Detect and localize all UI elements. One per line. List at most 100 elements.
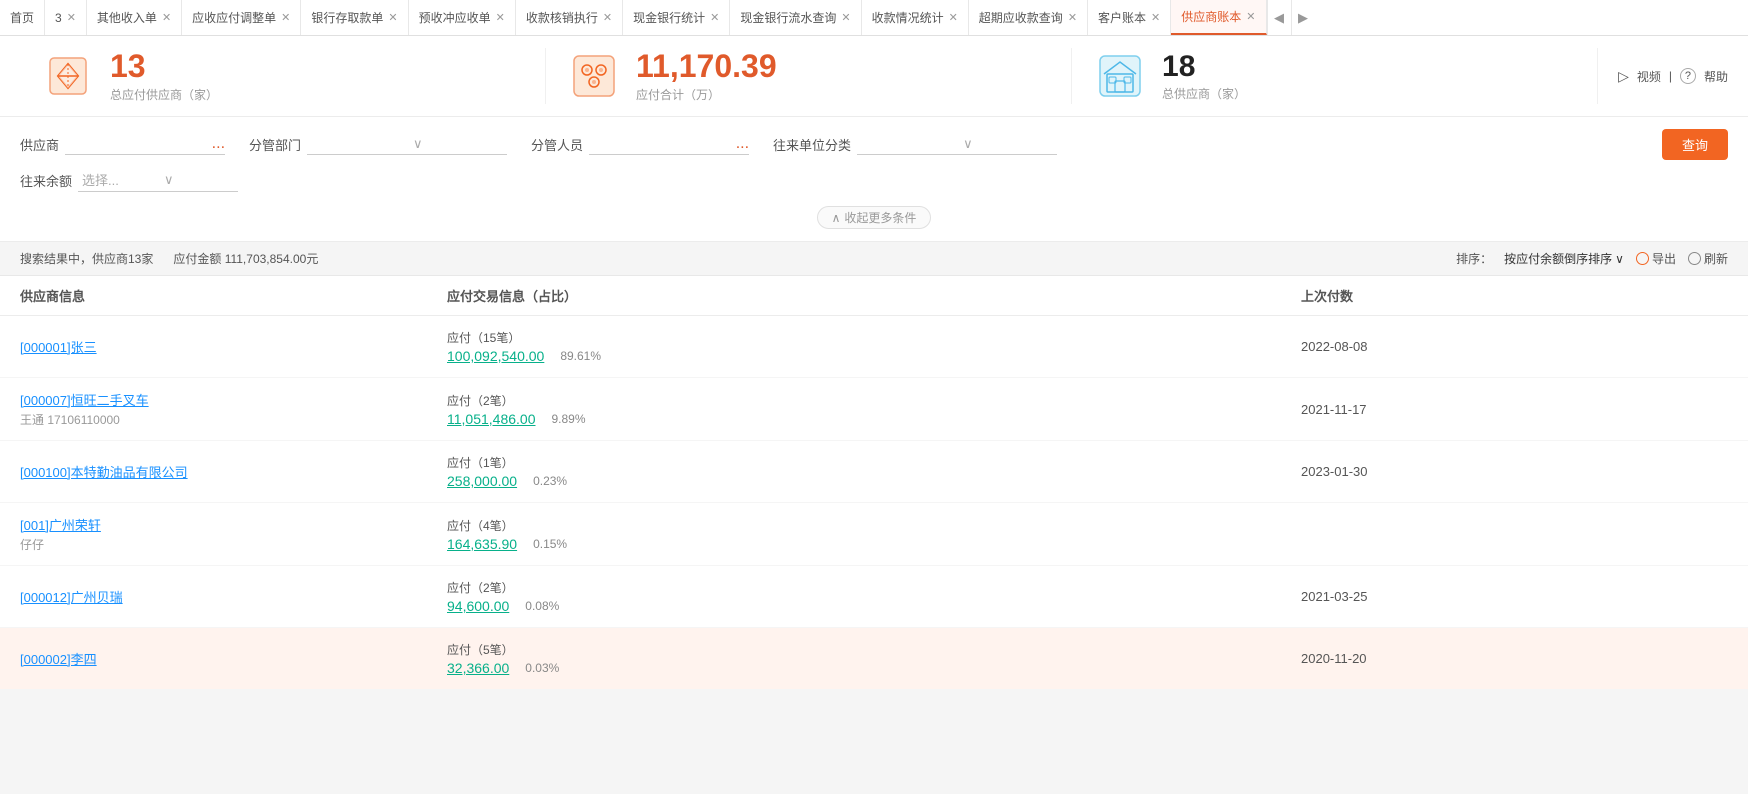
supplier-dots-icon[interactable]: ... (212, 135, 225, 153)
result-actions: 排序： 按应付余额倒序排序 ∨ 导出 刷新 (1456, 250, 1728, 267)
supplier-sub-2: 王通 17106110000 (20, 411, 447, 428)
nav-tab-overdue[interactable]: 超期应收款查询 ✕ (969, 0, 1088, 35)
person-input-wrap[interactable]: ... (589, 135, 749, 155)
stat-number-payable-suppliers: 13 (110, 49, 218, 84)
trans-amount-5[interactable]: 94,600.00 (447, 598, 509, 614)
top-right-links: ▷ 视频 | ? 帮助 (1598, 68, 1728, 85)
nav-tab-receipt-stat[interactable]: 收款情况统计 ✕ (862, 0, 969, 35)
close-icon[interactable]: ✕ (67, 11, 76, 24)
export-label: 导出 (1652, 250, 1676, 267)
nav-tab-ap-adjust[interactable]: 应收应付调整单 ✕ (182, 0, 301, 35)
data-table: 供应商信息 应付交易信息（占比） 上次付数 [000001]张三 应付（15笔）… (0, 276, 1748, 690)
trans-amount-3[interactable]: 258,000.00 (447, 473, 517, 489)
close-icon[interactable]: ✕ (496, 11, 505, 24)
dept-select[interactable]: ∨ (307, 134, 507, 155)
supplier-link-5[interactable]: [000012]广州贝瑞 (20, 590, 123, 605)
trans-amount-4[interactable]: 164,635.90 (447, 536, 517, 552)
nav-tab-3[interactable]: 3 ✕ (45, 0, 87, 35)
close-icon[interactable]: ✕ (388, 11, 397, 24)
supplier-link-1[interactable]: [000001]张三 (20, 340, 97, 355)
amount-text: 应付金额 111,703,854.00元 (173, 250, 318, 267)
supplier-info-3: [000100]本特勤油品有限公司 (20, 462, 447, 481)
export-button[interactable]: 导出 (1636, 250, 1676, 267)
video-link[interactable]: 视频 (1637, 68, 1661, 85)
supplier-info-2: [000007]恒旺二手叉车 王通 17106110000 (20, 390, 447, 428)
collapse-button[interactable]: ∧ 收起更多条件 (817, 206, 932, 229)
balance-select[interactable]: 选择... ∨ (78, 168, 238, 192)
trans-label-3: 应付（1笔） (447, 454, 1301, 471)
nav-tab-cash-bank-flow[interactable]: 现金银行流水查询 ✕ (730, 0, 861, 35)
refresh-button[interactable]: 刷新 (1688, 250, 1728, 267)
grain-icon (566, 48, 622, 104)
transaction-info-3: 应付（1笔） 258,000.00 0.23% (447, 454, 1301, 489)
tab-label: 供应商账本 (1181, 8, 1241, 25)
nav-tab-prepay[interactable]: 预收冲应收单 ✕ (409, 0, 516, 35)
trans-amount-6[interactable]: 32,366.00 (447, 660, 509, 676)
supplier-input-wrap[interactable]: ... (65, 135, 225, 155)
trans-amount-1[interactable]: 100,092,540.00 (447, 348, 544, 364)
sort-select[interactable]: 按应付余额倒序排序 ∨ (1504, 250, 1624, 267)
stats-bar: 13 总应付供应商（家） 11,170.39 应付合计（万） (0, 36, 1748, 117)
nav-tab-other-income[interactable]: 其他收入单 ✕ (87, 0, 182, 35)
close-icon[interactable]: ✕ (603, 11, 612, 24)
close-icon[interactable]: ✕ (949, 11, 958, 24)
tab-label: 其他收入单 (97, 9, 157, 26)
help-icon: ? (1680, 68, 1696, 84)
tab-label: 现金银行统计 (633, 9, 705, 26)
nav-tab-supplier[interactable]: 供应商账本 ✕ (1171, 0, 1266, 35)
trans-row-3: 258,000.00 0.23% (447, 473, 1301, 489)
balance-filter-label: 往来余额 (20, 171, 72, 190)
nav-tab-home[interactable]: 首页 (0, 0, 45, 35)
close-icon[interactable]: ✕ (710, 11, 719, 24)
result-summary: 搜索结果中，供应商13家 应付金额 111,703,854.00元 (20, 250, 318, 267)
close-icon[interactable]: ✕ (162, 11, 171, 24)
last-pay-6: 2020-11-20 (1301, 651, 1728, 666)
supplier-link-4[interactable]: [001]广州荣轩 (20, 518, 101, 533)
nav-tab-receipt-verify[interactable]: 收款核销执行 ✕ (516, 0, 623, 35)
category-select[interactable]: ∨ (857, 134, 1057, 155)
filter-supplier: 供应商 ... (20, 135, 225, 155)
nav-tab-cash-bank-stat[interactable]: 现金银行统计 ✕ (623, 0, 730, 35)
store-icon (1092, 48, 1148, 104)
trans-label-6: 应付（5笔） (447, 641, 1301, 658)
filter-balance: 往来余额 选择... ∨ (20, 168, 238, 192)
tab-label: 预收冲应收单 (419, 9, 491, 26)
trans-label-2: 应付（2笔） (447, 392, 1301, 409)
table-row: [001]广州荣轩 仔仔 应付（4笔） 164,635.90 0.15% (0, 503, 1748, 566)
supplier-link-2[interactable]: [000007]恒旺二手叉车 (20, 393, 149, 408)
nav-left-arrow[interactable]: ◀ (1267, 0, 1291, 35)
tab-label: 3 (55, 11, 62, 25)
stat-block-payable-suppliers: 13 总应付供应商（家） (20, 48, 546, 104)
close-icon[interactable]: ✕ (1068, 11, 1077, 24)
stat-label-total-suppliers: 总供应商（家） (1162, 85, 1246, 102)
supplier-input[interactable] (65, 135, 208, 154)
dept-filter-label: 分管部门 (249, 135, 301, 154)
close-icon[interactable]: ✕ (281, 11, 290, 24)
filter-category: 往来单位分类 ∨ (773, 134, 1057, 155)
transaction-info-5: 应付（2笔） 94,600.00 0.08% (447, 579, 1301, 614)
close-icon[interactable]: ✕ (841, 11, 850, 24)
supplier-info-4: [001]广州荣轩 仔仔 (20, 515, 447, 553)
collapse-row: ∧ 收起更多条件 (20, 200, 1728, 233)
tab-label: 应收应付调整单 (192, 9, 276, 26)
trans-row-2: 11,051,486.00 9.89% (447, 411, 1301, 427)
nav-tab-bank-deposit[interactable]: 银行存取款单 ✕ (301, 0, 408, 35)
nav-tab-customer[interactable]: 客户账本 ✕ (1088, 0, 1171, 35)
collapse-label: 收起更多条件 (844, 209, 916, 226)
trans-amount-2[interactable]: 11,051,486.00 (447, 411, 536, 427)
supplier-link-3[interactable]: [000100]本特勤油品有限公司 (20, 465, 188, 480)
supplier-filter-label: 供应商 (20, 135, 59, 154)
supplier-link-6[interactable]: [000002]李四 (20, 652, 97, 667)
help-link[interactable]: 帮助 (1704, 68, 1728, 85)
stat-number-total-suppliers: 18 (1162, 50, 1246, 83)
trans-label-1: 应付（15笔） (447, 329, 1301, 346)
close-icon[interactable]: ✕ (1151, 11, 1160, 24)
stat-text-total-suppliers: 18 总供应商（家） (1162, 50, 1246, 102)
person-dots-icon[interactable]: ... (736, 135, 749, 153)
sort-label: 排序： (1456, 250, 1492, 267)
nav-right-arrow[interactable]: ▶ (1291, 0, 1315, 35)
query-button[interactable]: 查询 (1662, 129, 1728, 160)
person-input[interactable] (589, 135, 732, 154)
close-icon[interactable]: ✕ (1246, 10, 1255, 23)
table-header: 供应商信息 应付交易信息（占比） 上次付数 (0, 276, 1748, 316)
